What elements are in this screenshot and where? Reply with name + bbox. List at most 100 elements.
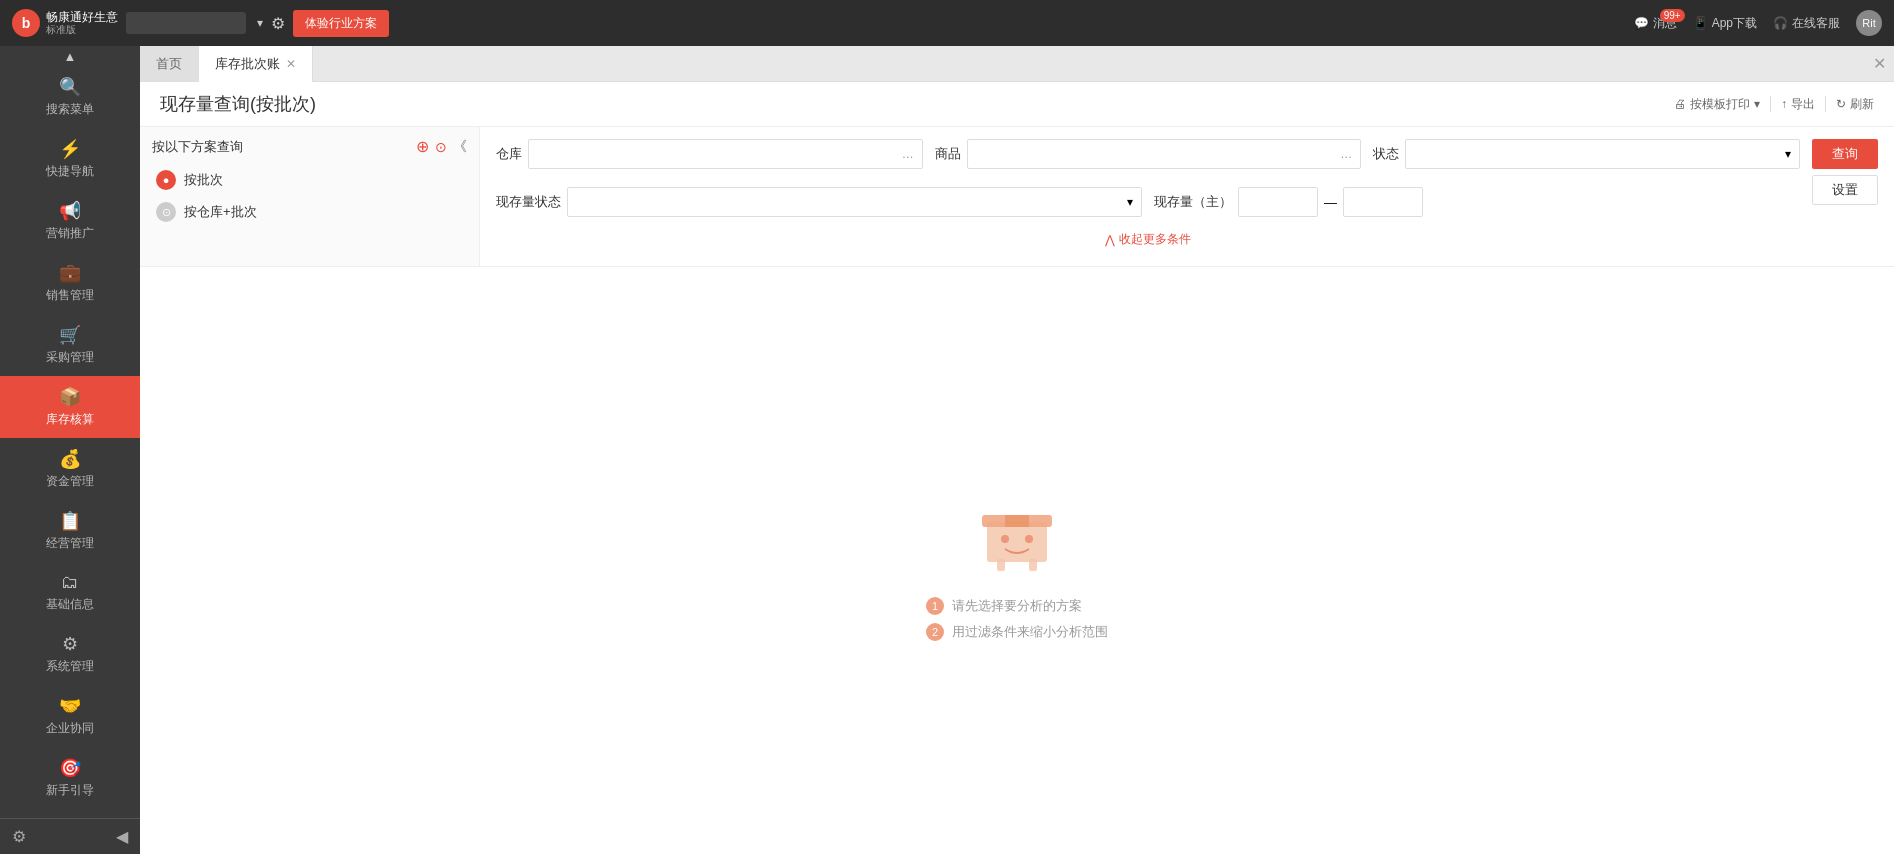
stock-status-filter: 现存量状态 ▾ — [496, 187, 1142, 217]
product-label: 商品 — [935, 145, 961, 163]
export-button[interactable]: ↑ 导出 — [1781, 96, 1815, 113]
sidebar-item-newbie[interactable]: 🎯 新手引导 — [0, 747, 140, 809]
tab-batch-ledger[interactable]: 库存批次账 ✕ — [199, 46, 313, 82]
filter-row-2: 现存量状态 ▾ 现存量（主） — — [496, 187, 1800, 217]
sidebar-item-search[interactable]: 🔍 搜索菜单 — [0, 66, 140, 128]
refresh-button[interactable]: ↻ 刷新 — [1836, 96, 1874, 113]
chevron-down-icon: ▾ — [257, 16, 263, 30]
content-area: 首页 库存批次账 ✕ ✕ 现存量查询(按批次) 🖨 按模板打印 ▾ ↑ 导出 — [140, 46, 1894, 854]
setting-button[interactable]: 设置 — [1812, 175, 1878, 205]
sidebar-settings-button[interactable]: ⚙ — [12, 827, 26, 846]
sidebar-item-quick-nav[interactable]: ⚡ 快捷导航 — [0, 128, 140, 190]
divider2 — [1825, 96, 1826, 112]
logo-icon: b — [12, 9, 40, 37]
app-version: 标准版 — [46, 24, 118, 36]
query-button[interactable]: 查询 — [1812, 139, 1878, 169]
page-header: 现存量查询(按批次) 🖨 按模板打印 ▾ ↑ 导出 ↻ 刷新 — [140, 82, 1894, 127]
download-icon: 📱 — [1693, 16, 1708, 30]
scheme-item-by-batch[interactable]: ● 按批次 — [140, 164, 479, 196]
app-download-label: App下载 — [1712, 15, 1757, 32]
message-icon: 💬 — [1634, 16, 1649, 30]
sidebar-item-basic[interactable]: 🗂 基础信息 — [0, 562, 140, 623]
sidebar-item-operations[interactable]: 📋 经营管理 — [0, 500, 140, 562]
add-scheme-button[interactable]: ⊕ — [416, 137, 429, 156]
sidebar-item-sales[interactable]: 💼 销售管理 — [0, 252, 140, 314]
svg-rect-6 — [1029, 559, 1037, 571]
export-icon: ↑ — [1781, 97, 1787, 111]
user-avatar[interactable]: Rit — [1856, 10, 1882, 36]
action-buttons: 查询 设置 — [1812, 139, 1878, 205]
sidebar-item-purchase[interactable]: 🛒 采购管理 — [0, 314, 140, 376]
sidebar-label-inventory: 库存核算 — [46, 411, 94, 428]
hint-item-1: 1 请先选择要分析的方案 — [926, 593, 1108, 619]
marketing-icon: 📢 — [59, 200, 81, 222]
search-icon: 🔍 — [59, 76, 81, 98]
hint-text-1: 请先选择要分析的方案 — [952, 593, 1082, 619]
qty-dash: — — [1324, 195, 1337, 210]
page-title: 现存量查询(按批次) — [160, 92, 316, 116]
notification-button[interactable]: 💬 消息 99+ — [1634, 15, 1677, 32]
scheme-settings-icon[interactable]: ⊙ — [435, 139, 447, 155]
sidebar-label-purchase: 采购管理 — [46, 349, 94, 366]
stock-qty-filter: 现存量（主） — — [1154, 187, 1800, 217]
sidebar-item-collab[interactable]: 🤝 企业协同 — [0, 685, 140, 747]
left-panel: 按以下方案查询 ⊕ ⊙ 《 ● 按批次 ⊙ 按仓库+批次 — [140, 127, 480, 266]
sidebar-label-system: 系统管理 — [46, 658, 94, 675]
tab-home[interactable]: 首页 — [140, 46, 199, 82]
sidebar-item-inventory[interactable]: 📦 库存核算 — [0, 376, 140, 438]
purchase-icon: 🛒 — [59, 324, 81, 346]
product-input[interactable]: … — [967, 139, 1362, 169]
scheme-active-icon: ● — [156, 170, 176, 190]
online-service-button[interactable]: 🎧 在线客服 — [1773, 15, 1840, 32]
tab-close-icon[interactable]: ✕ — [286, 57, 296, 71]
warehouse-input[interactable]: … — [528, 139, 923, 169]
stock-qty-from[interactable] — [1238, 187, 1318, 217]
sidebar-bottom: ⚙ ◀ — [0, 818, 140, 854]
collapse-more-conditions[interactable]: ⋀ 收起更多条件 — [496, 225, 1800, 254]
left-panel-header: 按以下方案查询 ⊕ ⊙ 《 — [140, 137, 479, 164]
online-service-label: 在线客服 — [1792, 15, 1840, 32]
status-filter-group: 状态 ▾ — [1373, 139, 1800, 169]
quick-nav-icon: ⚡ — [59, 138, 81, 160]
system-icon: ⚙ — [62, 633, 78, 655]
scheme-label-by-batch: 按批次 — [184, 171, 223, 189]
search-input[interactable] — [126, 12, 246, 34]
query-panel: 按以下方案查询 ⊕ ⊙ 《 ● 按批次 ⊙ 按仓库+批次 — [140, 127, 1894, 267]
refresh-label: 刷新 — [1850, 96, 1874, 113]
print-icon: 🖨 — [1674, 97, 1686, 111]
inventory-icon: 📦 — [59, 386, 81, 408]
main-layout: ▲ 🔍 搜索菜单 ⚡ 快捷导航 📢 营销推广 💼 销售管理 🛒 采购管理 — [0, 46, 1894, 854]
sidebar-items: 🔍 搜索菜单 ⚡ 快捷导航 📢 营销推广 💼 销售管理 🛒 采购管理 📦 — [0, 46, 140, 854]
sidebar-collapse-button[interactable]: ◀ — [116, 827, 128, 846]
collapse-label: 收起更多条件 — [1119, 231, 1191, 248]
sidebar-item-marketing[interactable]: 📢 营销推广 — [0, 190, 140, 252]
right-panel: 仓库 … 商品 … — [480, 127, 1894, 266]
status-select[interactable]: ▾ — [1405, 139, 1800, 169]
top-header: b 畅康通好生意 标准版 ▾ ⚙ 体验行业方案 💬 消息 99+ 📱 App下载… — [0, 0, 1894, 46]
tab-end-close-button[interactable]: ✕ — [1873, 54, 1886, 73]
scheme-item-by-warehouse-batch[interactable]: ⊙ 按仓库+批次 — [140, 196, 479, 228]
svg-rect-2 — [1005, 515, 1029, 527]
trial-button[interactable]: 体验行业方案 — [293, 10, 389, 37]
settings-gear-icon[interactable]: ⚙ — [271, 14, 285, 33]
sidebar-item-finance[interactable]: 💰 资金管理 — [0, 438, 140, 500]
left-panel-title: 按以下方案查询 — [152, 138, 243, 156]
product-filter-group: 商品 … — [935, 139, 1362, 169]
print-button[interactable]: 🖨 按模板打印 ▾ — [1674, 96, 1760, 113]
sidebar-scroll-up[interactable]: ▲ — [0, 46, 140, 66]
stock-qty-to[interactable] — [1343, 187, 1423, 217]
header-left: b 畅康通好生意 标准版 ▾ ⚙ 体验行业方案 — [12, 9, 389, 37]
sidebar-label-search: 搜索菜单 — [46, 101, 94, 118]
app-download-button[interactable]: 📱 App下载 — [1693, 15, 1757, 32]
export-label: 导出 — [1791, 96, 1815, 113]
warehouse-dots-icon: … — [902, 147, 914, 161]
header-right: 💬 消息 99+ 📱 App下载 🎧 在线客服 Rit — [1634, 10, 1882, 36]
header-dropdown[interactable]: ▾ — [254, 16, 263, 30]
page-actions: 🖨 按模板打印 ▾ ↑ 导出 ↻ 刷新 — [1674, 96, 1874, 113]
stock-status-select[interactable]: ▾ — [567, 187, 1142, 217]
warehouse-label: 仓库 — [496, 145, 522, 163]
collab-icon: 🤝 — [59, 695, 81, 717]
sidebar-item-system[interactable]: ⚙ 系统管理 — [0, 623, 140, 685]
stock-qty-input-group: — — [1238, 187, 1423, 217]
collapse-left-icon[interactable]: 《 — [453, 138, 467, 156]
